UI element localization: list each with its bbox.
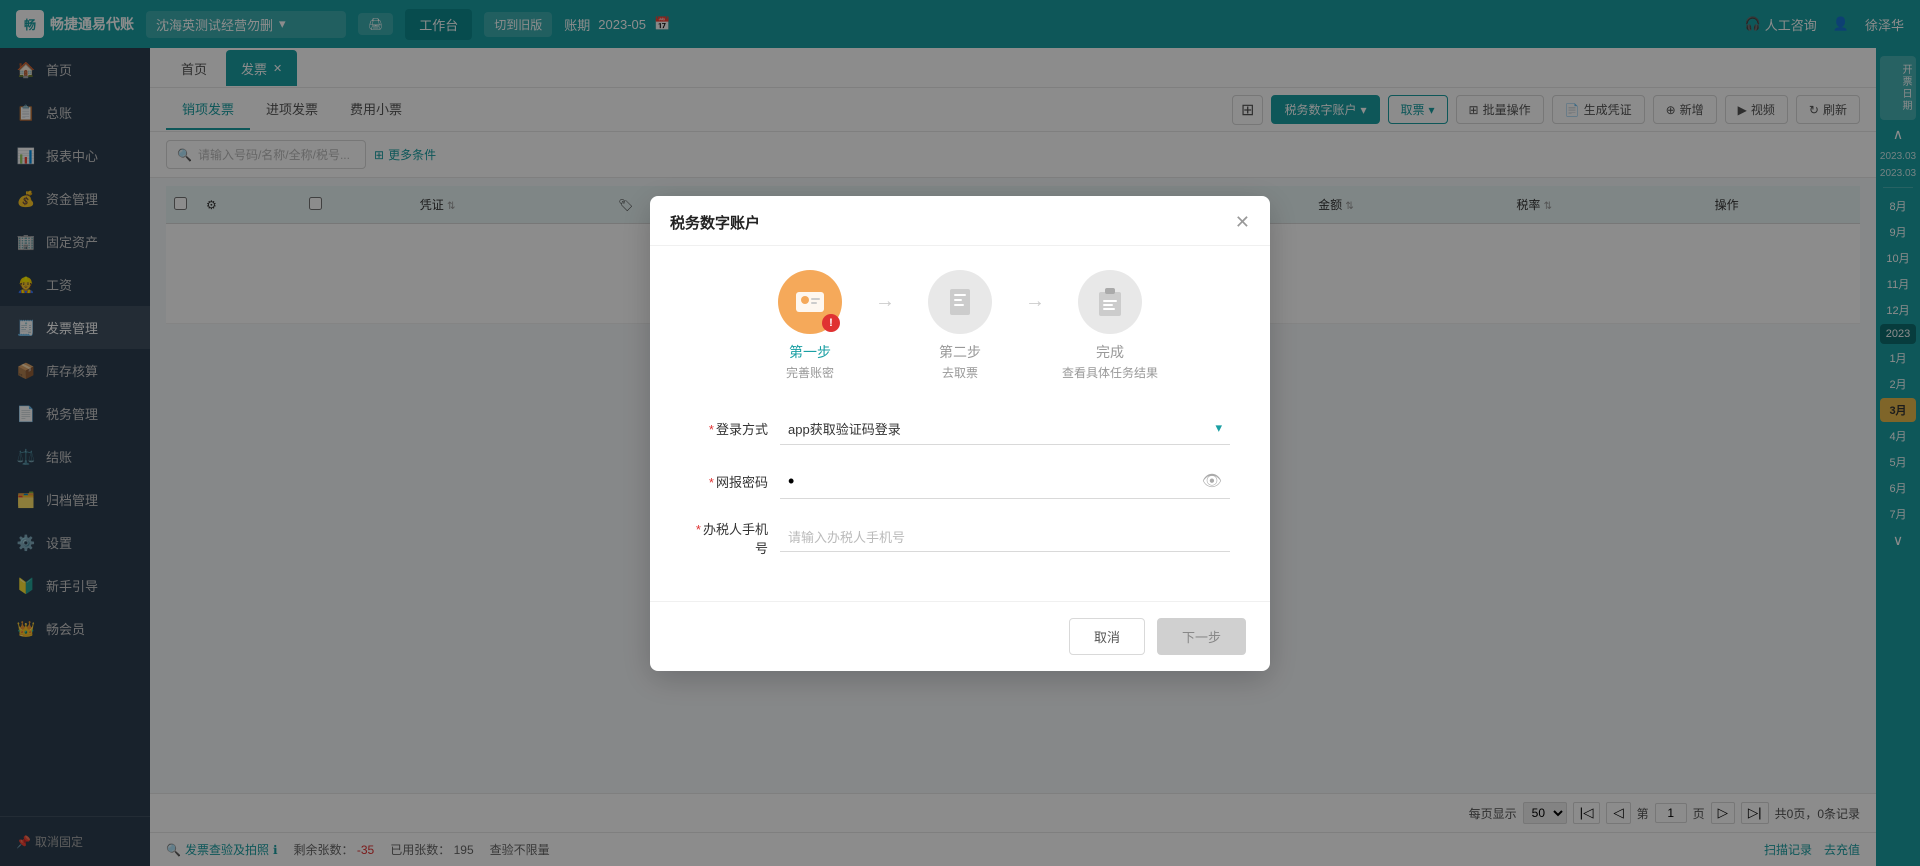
step-2-label: 第二步 <box>939 342 981 362</box>
modal-header: 税务数字账户 ✕ <box>650 196 1270 246</box>
modal-close-button[interactable]: ✕ <box>1235 212 1250 233</box>
user-card-svg <box>792 284 828 320</box>
step-1-label: 第一步 <box>789 342 831 362</box>
step-3-icon <box>1078 270 1142 334</box>
next-button[interactable]: 下一步 <box>1157 618 1246 655</box>
cancel-button[interactable]: 取消 <box>1069 618 1145 655</box>
step-arrow-1: → <box>875 270 895 313</box>
step-3-label: 完成 <box>1096 342 1124 362</box>
password-label: 网报密码 <box>690 472 780 491</box>
modal-footer: 取消 下一步 <box>650 601 1270 671</box>
login-method-label: 登录方式 <box>690 419 780 438</box>
modal-body: ! 第一步 完善账密 → <box>650 246 1270 601</box>
clipboard-svg <box>1092 284 1128 320</box>
phone-row: 办税人手机号 <box>690 519 1230 557</box>
phone-label: 办税人手机号 <box>690 519 780 557</box>
phone-input[interactable] <box>780 524 1230 552</box>
step-3: 完成 查看具体任务结果 <box>1045 270 1175 381</box>
login-method-row: 登录方式 app获取验证码登录 ▾ <box>690 413 1230 445</box>
login-method-select[interactable]: app获取验证码登录 ▾ <box>780 413 1230 445</box>
login-method-value: app获取验证码登录 <box>788 419 901 438</box>
step-2-icon <box>928 270 992 334</box>
step-1-icon: ! <box>778 270 842 334</box>
modal-overlay: 税务数字账户 ✕ ! <box>0 0 1920 866</box>
step-3-desc: 查看具体任务结果 <box>1062 364 1158 381</box>
modal-title: 税务数字账户 <box>670 212 760 233</box>
password-input[interactable] <box>780 465 1194 498</box>
eye-icon[interactable]: 👁 <box>1194 471 1230 491</box>
step-1: ! 第一步 完善账密 <box>745 270 875 381</box>
password-row: 网报密码 👁 <box>690 465 1230 499</box>
password-field: 👁 <box>780 465 1230 499</box>
tax-account-modal: 税务数字账户 ✕ ! <box>650 196 1270 671</box>
step-arrow-2: → <box>1025 270 1045 313</box>
step-2: 第二步 去取票 <box>895 270 1025 381</box>
select-chevron-icon: ▾ <box>1215 420 1222 436</box>
document-svg <box>942 284 978 320</box>
step-1-badge: ! <box>822 314 840 332</box>
step-1-desc: 完善账密 <box>786 364 834 381</box>
steps-area: ! 第一步 完善账密 → <box>690 270 1230 381</box>
step-2-desc: 去取票 <box>942 364 978 381</box>
